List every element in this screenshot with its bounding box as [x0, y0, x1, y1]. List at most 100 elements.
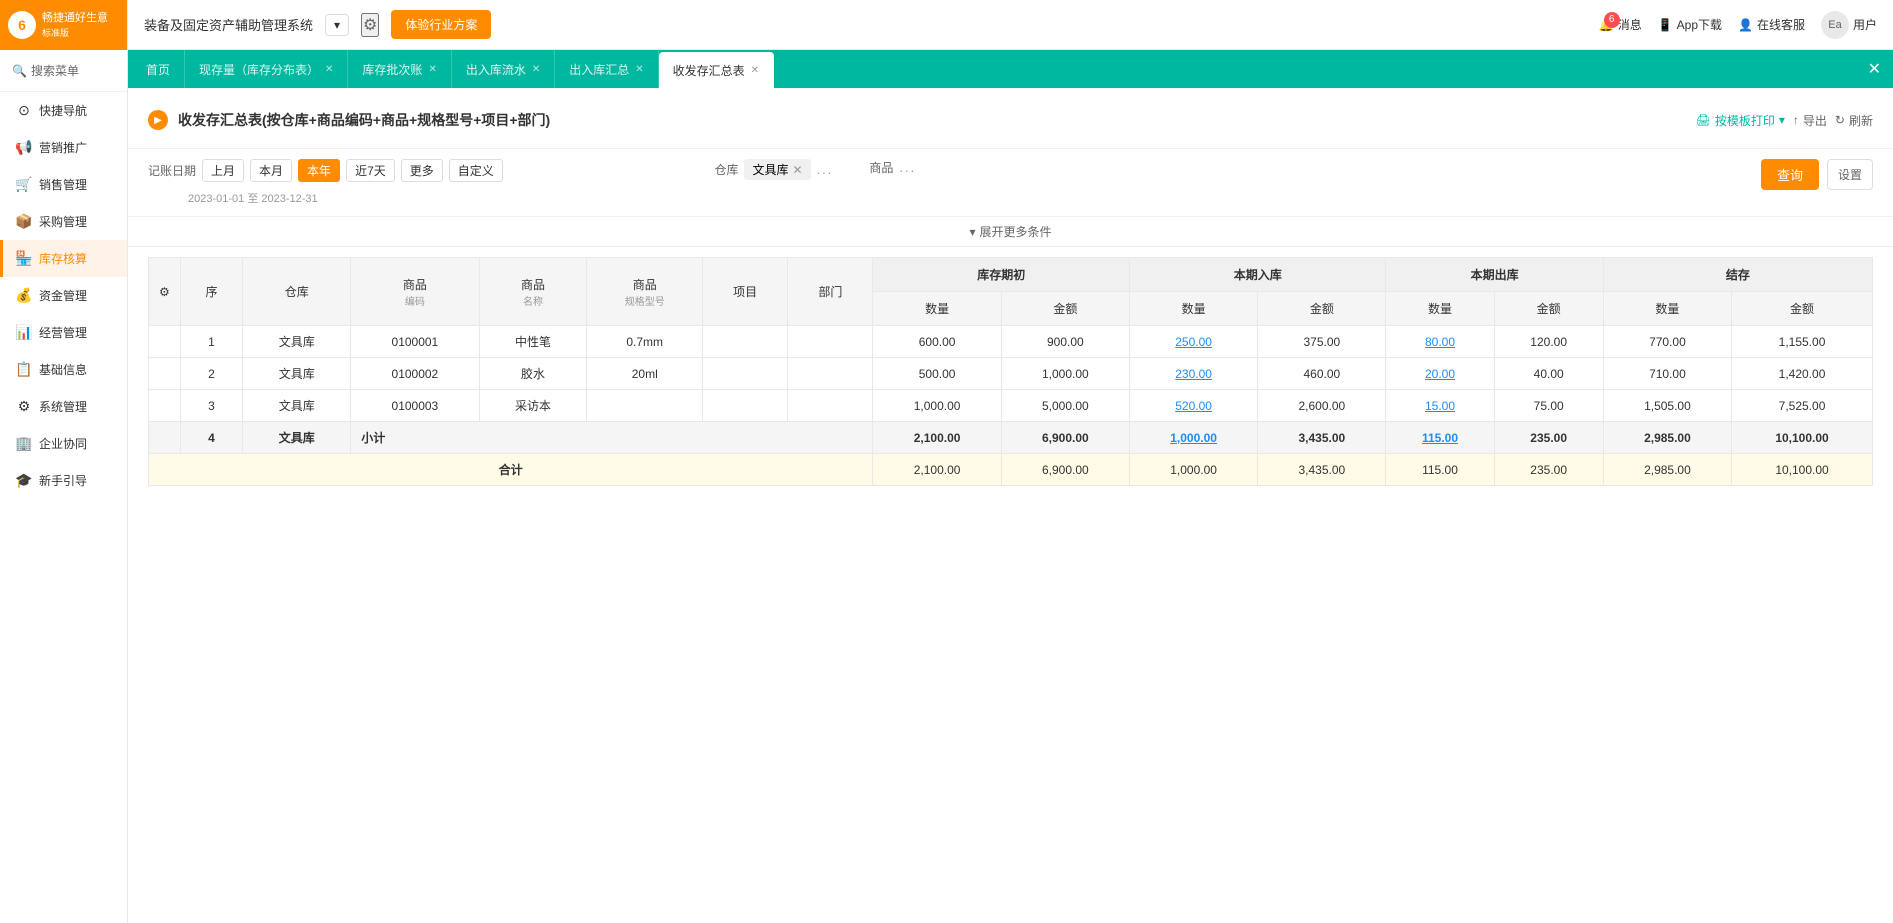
refresh-icon: ↻: [1835, 113, 1845, 127]
sidebar-item-label: 库存核算: [39, 250, 87, 267]
guide-icon: 🎓: [15, 472, 33, 489]
date-filter-section: 记账日期 上月 本月 本年 近7天 更多 自定义 2023-01-01 至 20…: [148, 159, 678, 206]
total-open-amt: 6,900.00: [1001, 454, 1129, 486]
sidebar-item-inventory[interactable]: 🏪 库存核算: [0, 240, 127, 277]
settings-button[interactable]: ⚙: [361, 13, 379, 37]
row-out-qty[interactable]: 15.00: [1386, 390, 1494, 422]
sidebar-item-operation[interactable]: 📊 经营管理: [0, 314, 127, 351]
expand-filters-bar: ▾ 展开更多条件: [128, 217, 1893, 247]
sidebar-item-label: 营销推广: [39, 139, 87, 156]
row-settings: [149, 358, 181, 390]
settings-small-button[interactable]: 设置: [1827, 159, 1873, 190]
dropdown-arrow-icon: ▾: [334, 18, 340, 32]
row-close-amt: 1,420.00: [1732, 358, 1873, 390]
chevron-down-icon: ▾: [1779, 113, 1785, 127]
tab-close-icon[interactable]: ✕: [428, 64, 436, 75]
notification-label: 消息: [1618, 16, 1642, 33]
total-out-qty: 115.00: [1386, 454, 1494, 486]
export-button[interactable]: ↑ 导出: [1793, 112, 1827, 129]
notification-item[interactable]: 🔔 6 消息: [1599, 16, 1642, 33]
date-btn-7days[interactable]: 近7天: [346, 159, 395, 182]
sidebar-item-basic[interactable]: 📋 基础信息: [0, 351, 127, 388]
tab-batch-account-label: 库存批次账: [362, 61, 422, 78]
sub-label: 小计: [351, 422, 873, 454]
row-dept: [788, 390, 873, 422]
export-label: 导出: [1803, 112, 1827, 129]
date-btn-last-month[interactable]: 上月: [202, 159, 244, 182]
date-btn-this-year[interactable]: 本年: [298, 159, 340, 182]
export-icon: ↑: [1793, 113, 1799, 127]
online-service-label: 在线客服: [1757, 16, 1805, 33]
date-btn-more[interactable]: 更多: [401, 159, 443, 182]
tab-home[interactable]: 首页: [132, 50, 185, 88]
sub-no: 4: [180, 422, 243, 454]
row-goods-code: 0100002: [351, 358, 479, 390]
tab-in-out-summary[interactable]: 出入库汇总 ✕: [555, 50, 658, 88]
user-item[interactable]: Ea 用户: [1821, 11, 1877, 39]
date-btn-this-month[interactable]: 本月: [250, 159, 292, 182]
row-out-qty[interactable]: 80.00: [1386, 326, 1494, 358]
query-button[interactable]: 查询: [1761, 159, 1819, 190]
th-close-qty: 数量: [1603, 292, 1731, 326]
sidebar-item-quick-nav[interactable]: ⊙ 快捷导航: [0, 92, 127, 129]
sidebar-item-sales[interactable]: 🛒 销售管理: [0, 166, 127, 203]
tab-close-icon[interactable]: ✕: [635, 64, 643, 75]
try-industry-button[interactable]: 体验行业方案: [391, 10, 491, 39]
expand-label: 展开更多条件: [980, 223, 1052, 240]
avatar: Ea: [1821, 11, 1849, 39]
row-open-amt: 1,000.00: [1001, 358, 1129, 390]
operation-icon: 📊: [15, 324, 33, 341]
online-service-item[interactable]: 👤 在线客服: [1738, 16, 1805, 33]
row-out-amt: 120.00: [1494, 326, 1603, 358]
date-btn-custom[interactable]: 自定义: [449, 159, 503, 182]
refresh-button[interactable]: ↻ 刷新: [1835, 112, 1873, 129]
collapse-arrow-button[interactable]: ▶: [148, 110, 168, 130]
sidebar-item-enterprise[interactable]: 🏢 企业协同: [0, 425, 127, 462]
sidebar-item-label: 销售管理: [39, 176, 87, 193]
tab-close-icon[interactable]: ✕: [325, 64, 333, 75]
expand-filters-button[interactable]: ▾ 展开更多条件: [969, 223, 1051, 240]
sidebar-item-marketing[interactable]: 📢 营销推广: [0, 129, 127, 166]
th-goods-code: 商品编码: [351, 258, 479, 326]
tab-close-icon[interactable]: ✕: [532, 64, 540, 75]
page-title: 收发存汇总表(按仓库+商品编码+商品+规格型号+项目+部门): [178, 110, 550, 130]
th-out-amt: 金额: [1494, 292, 1603, 326]
warehouse-tag-close[interactable]: ✕: [792, 163, 802, 177]
total-in-amt: 3,435.00: [1258, 454, 1386, 486]
row-goods-spec: 20ml: [587, 358, 703, 390]
tab-bar-close-button[interactable]: ✕: [1856, 59, 1893, 79]
quick-nav-icon: ⊙: [15, 102, 33, 119]
warehouse-more-dots[interactable]: ...: [817, 162, 834, 177]
tab-receipt-summary[interactable]: 收发存汇总表 ✕: [659, 52, 774, 88]
tab-in-out-flow[interactable]: 出入库流水 ✕: [452, 50, 555, 88]
sidebar-item-label: 系统管理: [39, 398, 87, 415]
basic-icon: 📋: [15, 361, 33, 378]
print-button[interactable]: 🖨 按模板打印 ▾: [1696, 112, 1785, 129]
row-in-qty[interactable]: 250.00: [1129, 326, 1257, 358]
table-settings-col[interactable]: ⚙: [149, 258, 181, 326]
row-in-qty[interactable]: 230.00: [1129, 358, 1257, 390]
logo-icon: 6: [8, 11, 36, 39]
row-in-qty[interactable]: 520.00: [1129, 390, 1257, 422]
sidebar-item-system[interactable]: ⚙ 系统管理: [0, 388, 127, 425]
goods-more-dots[interactable]: ...: [899, 160, 916, 175]
sidebar-item-finance[interactable]: 💰 资金管理: [0, 277, 127, 314]
page-content: ▶ 收发存汇总表(按仓库+商品编码+商品+规格型号+项目+部门) 🖨 按模板打印…: [128, 88, 1893, 923]
page-actions: 🖨 按模板打印 ▾ ↑ 导出 ↻ 刷新: [1696, 112, 1873, 129]
row-out-qty[interactable]: 20.00: [1386, 358, 1494, 390]
system-dropdown[interactable]: 装备及固定资产辅助管理系统 ▾: [325, 14, 349, 36]
sidebar-item-guide[interactable]: 🎓 新手引导: [0, 462, 127, 499]
goods-label: 商品: [869, 159, 893, 176]
th-project: 项目: [702, 258, 787, 326]
sidebar-item-purchase[interactable]: 📦 采购管理: [0, 203, 127, 240]
tab-batch-account[interactable]: 库存批次账 ✕: [348, 50, 451, 88]
th-open-qty: 数量: [873, 292, 1001, 326]
app-download-item[interactable]: 📱 App下载: [1658, 16, 1722, 33]
search-menu-button[interactable]: 🔍 搜索菜单: [8, 58, 119, 83]
row-out-amt: 75.00: [1494, 390, 1603, 422]
logo-text: 畅捷通好生意 标准版: [42, 11, 108, 39]
tab-close-icon[interactable]: ✕: [751, 65, 759, 76]
th-goods-name: 商品名称: [479, 258, 587, 326]
tab-inventory-dist[interactable]: 现存量（库存分布表） ✕: [185, 50, 348, 88]
refresh-label: 刷新: [1849, 112, 1873, 129]
